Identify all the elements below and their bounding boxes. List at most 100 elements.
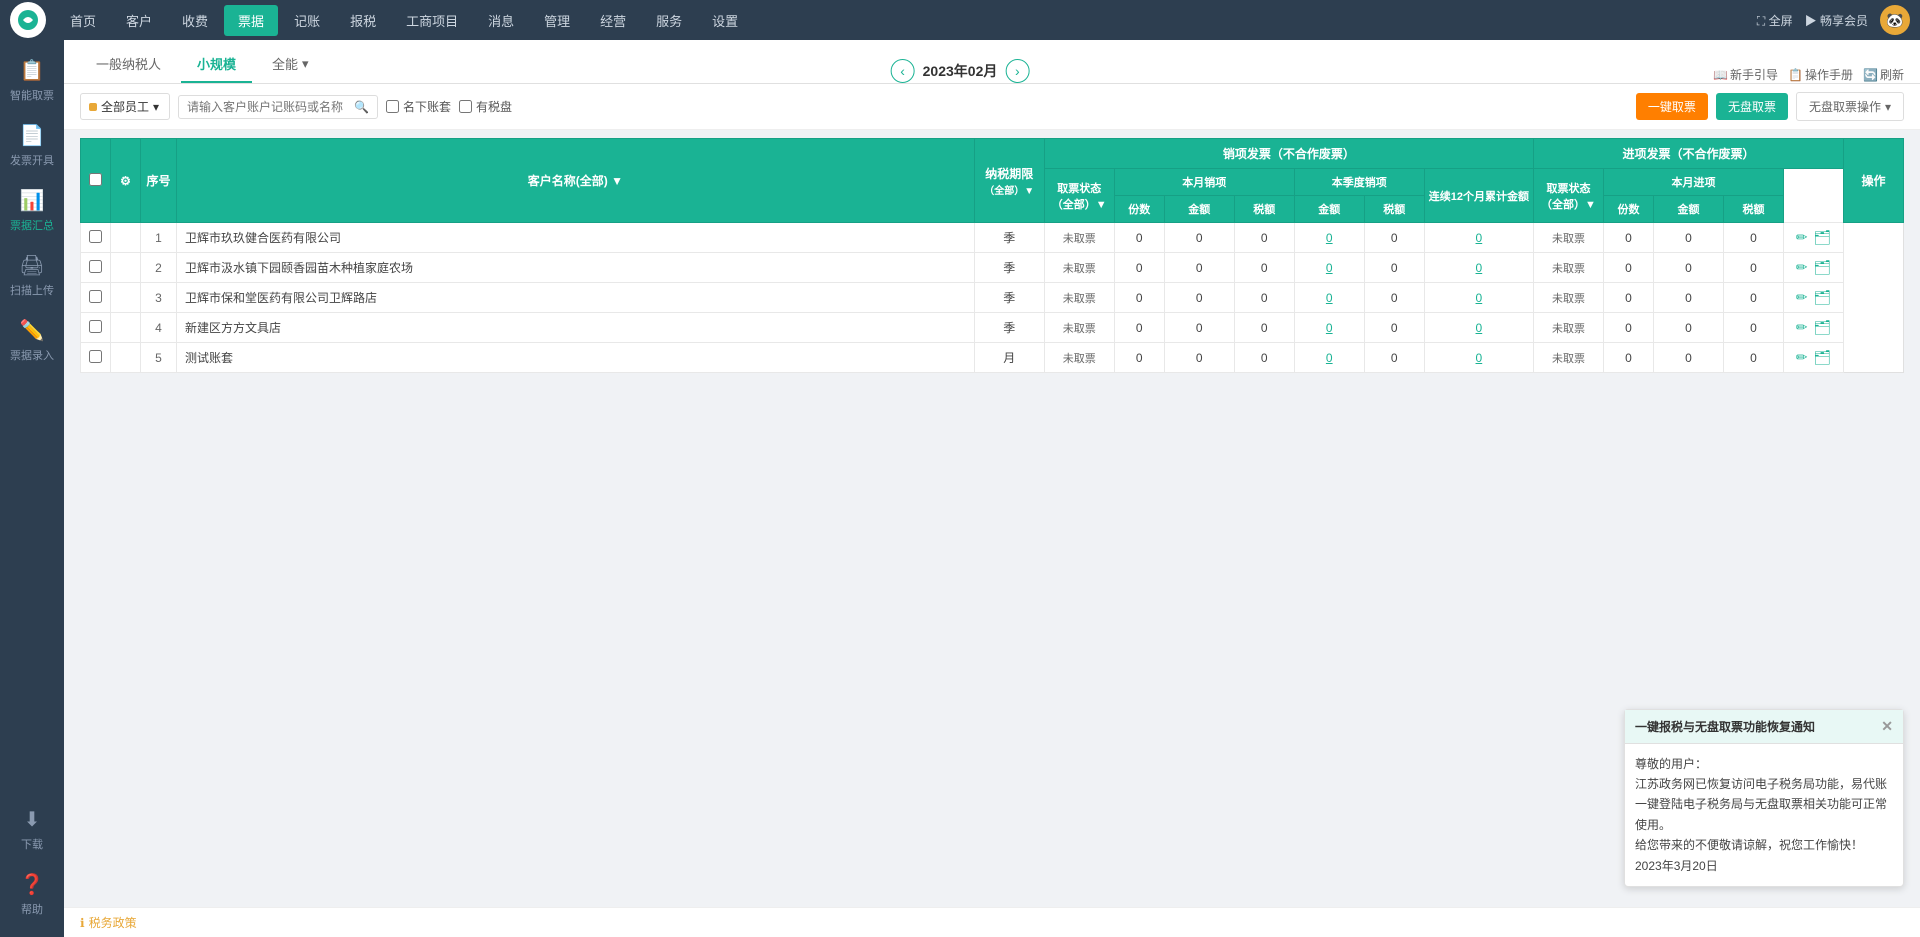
sidebar-item-invoice-summary[interactable]: 📊 票据汇总 bbox=[0, 178, 64, 243]
search-input[interactable] bbox=[187, 100, 350, 114]
nav-fee[interactable]: 收费 bbox=[168, 5, 222, 36]
row-checkbox[interactable] bbox=[89, 290, 102, 303]
no-disk-operation-btn[interactable]: 无盘取票操作 ▾ bbox=[1796, 92, 1904, 121]
notification-close-btn[interactable]: ✕ bbox=[1881, 718, 1893, 735]
new-guide-link[interactable]: 📖 新手引导 bbox=[1713, 66, 1778, 83]
row-sales-status: 未取票 bbox=[1044, 283, 1114, 313]
sidebar-item-label: 智能取票 bbox=[10, 87, 54, 103]
sidebar-item-download[interactable]: ⬇ 下载 bbox=[0, 797, 64, 862]
footer-icon: ℹ bbox=[80, 916, 85, 930]
smart-ticket-icon: 📋 bbox=[20, 58, 45, 83]
th-client-name: 客户名称(全部) ▼ bbox=[177, 139, 975, 223]
nav-business[interactable]: 工商项目 bbox=[392, 5, 472, 36]
th-purchase-month-count: 份数 bbox=[1604, 196, 1654, 223]
sidebar-item-invoice-issue[interactable]: 📄 发票开具 bbox=[0, 113, 64, 178]
row-sales-month-count: 0 bbox=[1114, 253, 1164, 283]
row-checkbox[interactable] bbox=[89, 230, 102, 243]
edit-icon[interactable]: ✏ bbox=[1796, 289, 1808, 306]
edit-icon[interactable]: ✏ bbox=[1796, 259, 1808, 276]
fullscreen-btn[interactable]: ⛶ 全屏 bbox=[1757, 12, 1793, 29]
has-tax-checkbox-label[interactable]: 有税盘 bbox=[459, 98, 512, 115]
row-settings-cell bbox=[111, 253, 141, 283]
nav-client[interactable]: 客户 bbox=[112, 5, 166, 36]
sidebar-item-invoice-entry[interactable]: ✏️ 票据录入 bbox=[0, 308, 64, 373]
tax-policy-link[interactable]: 税务政策 bbox=[89, 914, 137, 931]
row-period: 季 bbox=[974, 283, 1044, 313]
row-actions: ✏ 🗂 bbox=[1784, 223, 1844, 253]
detail-icon[interactable]: 🗂 bbox=[1813, 289, 1831, 306]
edit-icon[interactable]: ✏ bbox=[1796, 349, 1808, 366]
tab-small-scale[interactable]: 小规模 bbox=[181, 46, 252, 83]
sub-account-checkbox[interactable] bbox=[386, 100, 399, 113]
row-checkbox-cell bbox=[81, 223, 111, 253]
guide-icon: 📖 bbox=[1713, 68, 1728, 82]
sidebar-item-label: 扫描上传 bbox=[10, 282, 54, 298]
logo[interactable] bbox=[10, 2, 46, 38]
employee-select[interactable]: 全部员工 ▾ bbox=[80, 93, 170, 120]
row-client-name: 卫辉市汲水镇下园颐香园苗木种植家庭农场 bbox=[177, 253, 975, 283]
row-purchase-month-tax: 0 bbox=[1724, 283, 1784, 313]
member-btn[interactable]: ▶ 畅享会员 bbox=[1805, 12, 1868, 29]
has-tax-checkbox[interactable] bbox=[459, 100, 472, 113]
refresh-link[interactable]: 🔄 刷新 bbox=[1863, 66, 1904, 83]
sidebar-item-help[interactable]: ❓ 帮助 bbox=[0, 862, 64, 927]
row-sales-quarter-amount: 0 bbox=[1294, 343, 1364, 373]
period-prev-btn[interactable]: ‹ bbox=[891, 59, 915, 83]
row-purchase-month-count: 0 bbox=[1604, 253, 1654, 283]
detail-icon[interactable]: 🗂 bbox=[1813, 349, 1831, 366]
avatar[interactable]: 🐼 bbox=[1880, 5, 1910, 35]
edit-icon[interactable]: ✏ bbox=[1796, 319, 1808, 336]
row-client-name: 卫辉市玖玖健合医药有限公司 bbox=[177, 223, 975, 253]
detail-icon[interactable]: 🗂 bbox=[1813, 319, 1831, 336]
manual-link[interactable]: 📋 操作手册 bbox=[1788, 66, 1853, 83]
th-month-purchase: 本月进项 bbox=[1604, 169, 1784, 196]
row-period: 月 bbox=[974, 343, 1044, 373]
summary-icon: 📊 bbox=[20, 188, 45, 213]
nav-message[interactable]: 消息 bbox=[474, 5, 528, 36]
row-settings-cell bbox=[111, 313, 141, 343]
nav-home[interactable]: 首页 bbox=[56, 5, 110, 36]
row-period: 季 bbox=[974, 253, 1044, 283]
nav-tax[interactable]: 报税 bbox=[336, 5, 390, 36]
nav-service[interactable]: 服务 bbox=[642, 5, 696, 36]
row-checkbox[interactable] bbox=[89, 350, 102, 363]
select-all-checkbox[interactable] bbox=[89, 173, 102, 186]
th-sales-group: 销项发票（不合作废票） bbox=[1044, 139, 1533, 169]
sidebar-item-smart-ticket[interactable]: 📋 智能取票 bbox=[0, 48, 64, 113]
nav-invoice[interactable]: 票据 bbox=[224, 5, 278, 36]
main-table: ⚙ 序号 客户名称(全部) ▼ 纳税期限（全部）▼ 销项发票（不合作废票） 进项… bbox=[80, 138, 1904, 373]
row-checkbox[interactable] bbox=[89, 320, 102, 333]
right-actions: ⛶ 全屏 ▶ 畅享会员 🐼 bbox=[1757, 5, 1910, 35]
detail-icon[interactable]: 🗂 bbox=[1813, 259, 1831, 276]
row-sales-status: 未取票 bbox=[1044, 343, 1114, 373]
search-box: 🔍 bbox=[178, 95, 378, 119]
nav-bookkeeping[interactable]: 记账 bbox=[280, 5, 334, 36]
row-actions: ✏ 🗂 bbox=[1784, 253, 1844, 283]
period-label: 2023年02月 bbox=[923, 61, 998, 81]
th-sales-month-amount: 金额 bbox=[1164, 196, 1234, 223]
edit-icon[interactable]: ✏ bbox=[1796, 229, 1808, 246]
tab-general[interactable]: 一般纳税人 bbox=[80, 46, 177, 83]
detail-icon[interactable]: 🗂 bbox=[1813, 229, 1831, 246]
nav-operation[interactable]: 经营 bbox=[586, 5, 640, 36]
period-next-btn[interactable]: › bbox=[1005, 59, 1029, 83]
one-click-btn[interactable]: 一键取票 bbox=[1636, 93, 1708, 120]
row-purchase-month-count: 0 bbox=[1604, 313, 1654, 343]
row-sales-month-amount: 0 bbox=[1164, 343, 1234, 373]
tab-all[interactable]: 全能 ▾ bbox=[256, 46, 325, 83]
table-row: 4 新建区方方文具店 季 未取票 0 0 0 0 0 0 未取票 0 0 0 ✏… bbox=[81, 313, 1904, 343]
no-disk-btn[interactable]: 无盘取票 bbox=[1716, 93, 1788, 120]
row-sales-month-tax: 0 bbox=[1234, 223, 1294, 253]
nav-settings[interactable]: 设置 bbox=[698, 5, 752, 36]
row-checkbox[interactable] bbox=[89, 260, 102, 273]
sub-account-checkbox-label[interactable]: 名下账套 bbox=[386, 98, 451, 115]
sidebar-item-scan-upload[interactable]: 🖨 扫描上传 bbox=[0, 243, 64, 308]
table-row: 2 卫辉市汲水镇下园颐香园苗木种植家庭农场 季 未取票 0 0 0 0 0 0 … bbox=[81, 253, 1904, 283]
search-icon[interactable]: 🔍 bbox=[354, 100, 369, 114]
th-tax-period: 纳税期限（全部）▼ bbox=[974, 139, 1044, 223]
row-sales-month-count: 0 bbox=[1114, 343, 1164, 373]
nav-manage[interactable]: 管理 bbox=[530, 5, 584, 36]
row-checkbox-cell bbox=[81, 283, 111, 313]
period-nav: ‹ 2023年02月 › bbox=[891, 59, 1030, 83]
row-purchase-month-count: 0 bbox=[1604, 223, 1654, 253]
